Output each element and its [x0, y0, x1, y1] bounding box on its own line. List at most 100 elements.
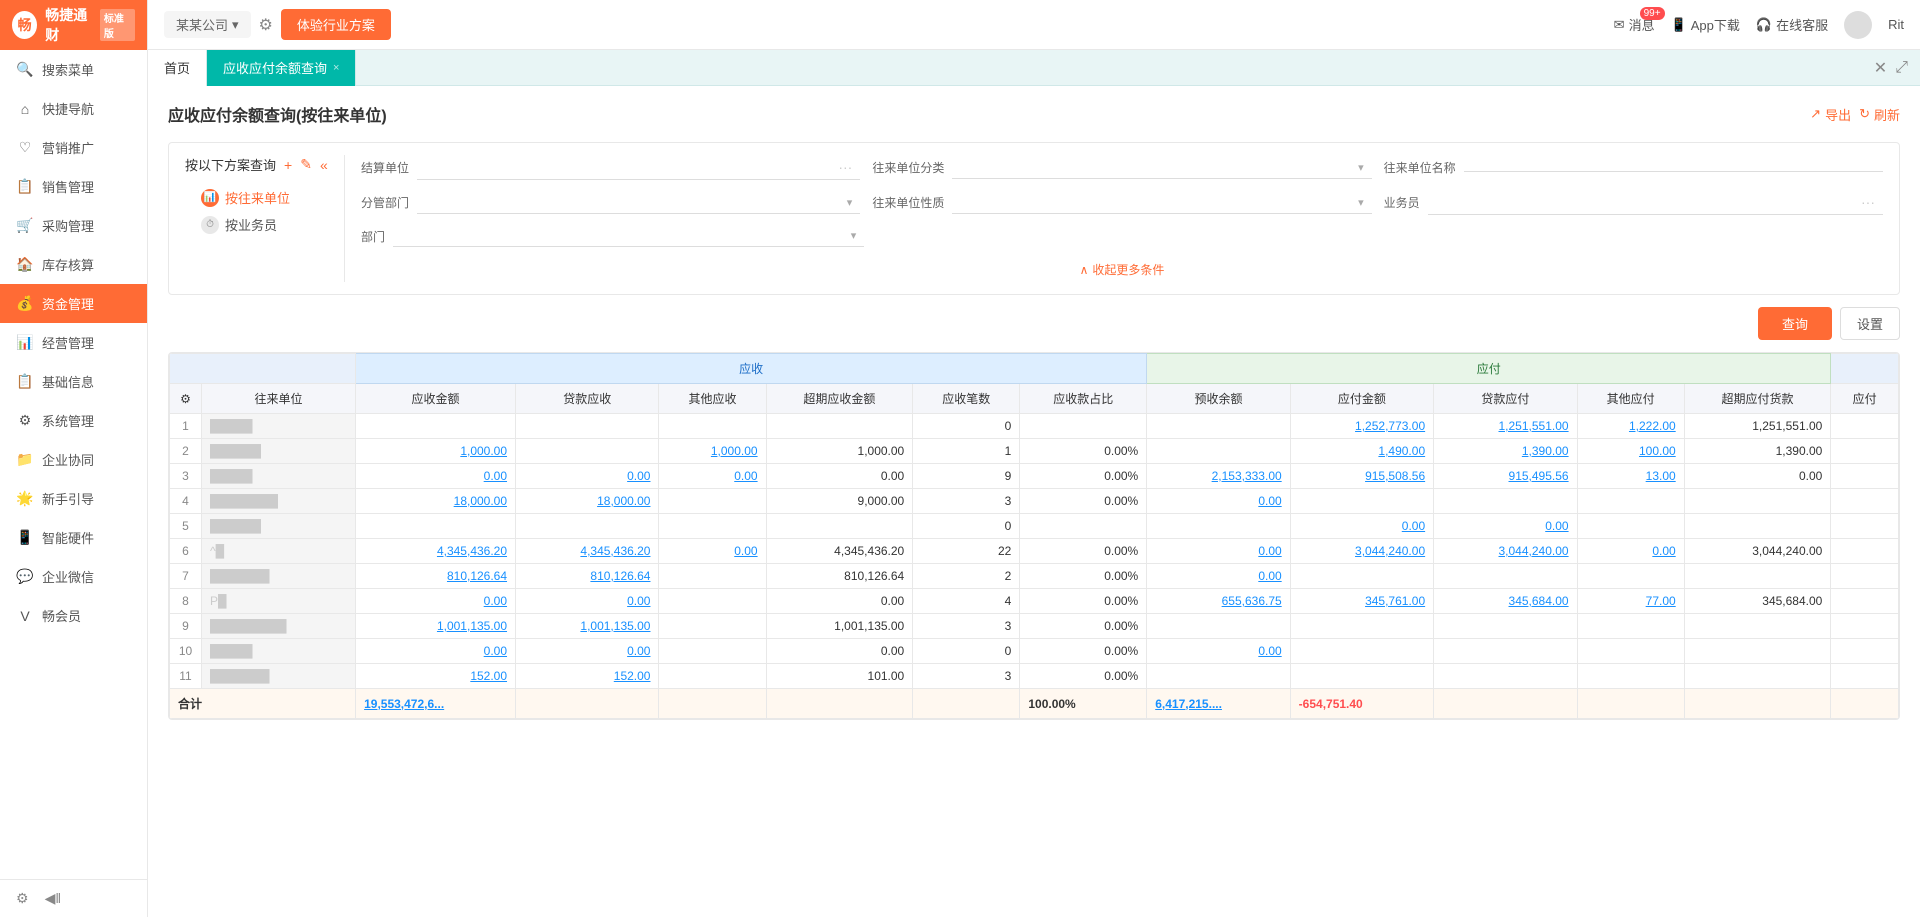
- cell-link[interactable]: 4,345,436.20: [580, 544, 650, 558]
- query-button[interactable]: 查询: [1758, 307, 1832, 340]
- add-scheme-icon[interactable]: +: [284, 157, 292, 173]
- cell-link[interactable]: 1,490.00: [1378, 444, 1425, 458]
- cell-link[interactable]: 100.00: [1639, 444, 1676, 458]
- row-cell[interactable]: [1290, 614, 1433, 639]
- row-cell[interactable]: [659, 664, 766, 689]
- cell-link[interactable]: 2,153,333.00: [1212, 469, 1282, 483]
- cell-link[interactable]: 915,508.56: [1365, 469, 1425, 483]
- cell-link[interactable]: 1,390.00: [1522, 444, 1569, 458]
- row-cell[interactable]: [1290, 664, 1433, 689]
- row-cell[interactable]: [516, 514, 659, 539]
- row-cell[interactable]: 915,495.56: [1434, 464, 1577, 489]
- tab-close-icon[interactable]: ×: [333, 62, 339, 74]
- salesperson-input[interactable]: ···: [1428, 190, 1883, 215]
- row-cell[interactable]: 0.00: [659, 539, 766, 564]
- row-cell[interactable]: [1577, 614, 1684, 639]
- export-button[interactable]: ↗ 导出: [1810, 105, 1851, 124]
- cell-link[interactable]: 1,252,773.00: [1355, 419, 1425, 433]
- sidebar-item-fund[interactable]: 💰 资金管理: [0, 284, 147, 323]
- row-cell[interactable]: [356, 514, 516, 539]
- row-cell[interactable]: 18,000.00: [516, 489, 659, 514]
- row-cell[interactable]: 1,001,135.00: [516, 614, 659, 639]
- cell-link[interactable]: 1,222.00: [1629, 419, 1676, 433]
- row-cell[interactable]: 915,508.56: [1290, 464, 1433, 489]
- sidebar-item-warehouse[interactable]: 🏠 库存核算: [0, 245, 147, 284]
- cell-link[interactable]: 810,126.64: [447, 569, 507, 583]
- cell-link[interactable]: 0.00: [1258, 644, 1281, 658]
- row-cell[interactable]: [1434, 664, 1577, 689]
- row-cell[interactable]: [516, 439, 659, 464]
- sidebar-item-basic-info[interactable]: 📋 基础信息: [0, 362, 147, 401]
- row-cell[interactable]: [1290, 639, 1433, 664]
- sidebar-item-member[interactable]: V 畅会员: [0, 596, 147, 635]
- row-cell[interactable]: [1434, 564, 1577, 589]
- row-cell[interactable]: 152.00: [516, 664, 659, 689]
- cell-link[interactable]: 0.00: [734, 469, 757, 483]
- sidebar-item-quick-nav[interactable]: ⌂ 快捷导航: [0, 89, 147, 128]
- sidebar-item-purchase[interactable]: 🛒 采购管理: [0, 206, 147, 245]
- row-cell[interactable]: [659, 589, 766, 614]
- settings-bottom-icon[interactable]: ⚙: [16, 890, 29, 907]
- row-cell[interactable]: 77.00: [1577, 589, 1684, 614]
- row-cell[interactable]: 0.00: [1147, 564, 1290, 589]
- scheme-by-unit[interactable]: 📊 按往来单位: [193, 184, 332, 211]
- row-cell[interactable]: 810,126.64: [516, 564, 659, 589]
- row-cell[interactable]: 345,684.00: [1434, 589, 1577, 614]
- tab-home[interactable]: 首页: [148, 50, 207, 86]
- row-cell[interactable]: 1,001,135.00: [356, 614, 516, 639]
- cell-link[interactable]: 655,636.75: [1222, 594, 1282, 608]
- cell-link[interactable]: 13.00: [1646, 469, 1676, 483]
- sidebar-item-enterprise[interactable]: 📁 企业协同: [0, 440, 147, 479]
- row-cell[interactable]: [1577, 489, 1684, 514]
- sidebar-item-wechat[interactable]: 💬 企业微信: [0, 557, 147, 596]
- collapse-scheme-icon[interactable]: «: [320, 157, 328, 173]
- cell-link[interactable]: 77.00: [1646, 594, 1676, 608]
- cell-link[interactable]: 0.00: [1258, 544, 1281, 558]
- unit-category-input[interactable]: ▾: [952, 157, 1371, 179]
- refresh-button[interactable]: ↻ 刷新: [1859, 105, 1900, 124]
- row-cell[interactable]: 13.00: [1577, 464, 1684, 489]
- row-cell[interactable]: 0.00: [1147, 489, 1290, 514]
- tab-ar-ap[interactable]: 应收应付余额查询 ×: [207, 50, 356, 86]
- row-cell[interactable]: 4,345,436.20: [516, 539, 659, 564]
- cell-link[interactable]: 0.00: [1402, 519, 1425, 533]
- cell-link[interactable]: 3,044,240.00: [1499, 544, 1569, 558]
- row-cell[interactable]: 0.00: [1147, 539, 1290, 564]
- row-cell[interactable]: 18,000.00: [356, 489, 516, 514]
- row-cell[interactable]: [1434, 639, 1577, 664]
- row-cell[interactable]: 1,252,773.00: [1290, 414, 1433, 439]
- row-cell[interactable]: [1147, 514, 1290, 539]
- row-cell[interactable]: 1,390.00: [1434, 439, 1577, 464]
- cell-link[interactable]: 810,126.64: [590, 569, 650, 583]
- cell-link[interactable]: 0.00: [484, 469, 507, 483]
- row-cell[interactable]: 1,251,551.00: [1434, 414, 1577, 439]
- row-cell[interactable]: 0.00: [356, 464, 516, 489]
- header-gear-icon[interactable]: ⚙: [259, 15, 273, 35]
- cell-link[interactable]: 1,001,135.00: [437, 619, 507, 633]
- cell-link[interactable]: 18,000.00: [597, 494, 650, 508]
- sidebar-item-search-menu[interactable]: 🔍 搜索菜单: [0, 50, 147, 89]
- row-cell[interactable]: [1577, 514, 1684, 539]
- row-cell[interactable]: 345,761.00: [1290, 589, 1433, 614]
- unit-name-input[interactable]: [1464, 163, 1883, 172]
- cell-link[interactable]: 3,044,240.00: [1355, 544, 1425, 558]
- sidebar-item-smart-hw[interactable]: 📱 智能硬件: [0, 518, 147, 557]
- setting-button[interactable]: 设置: [1840, 307, 1900, 340]
- row-cell[interactable]: 0.00: [516, 464, 659, 489]
- collapse-sidebar-icon[interactable]: ◀‖: [45, 890, 62, 907]
- cell-link[interactable]: 1,251,551.00: [1499, 419, 1569, 433]
- cell-link[interactable]: 345,684.00: [1509, 594, 1569, 608]
- cell-link[interactable]: 1,001,135.00: [580, 619, 650, 633]
- row-cell[interactable]: 810,126.64: [356, 564, 516, 589]
- row-cell[interactable]: 3,044,240.00: [1434, 539, 1577, 564]
- row-cell[interactable]: [1147, 439, 1290, 464]
- row-cell[interactable]: 1,000.00: [356, 439, 516, 464]
- row-cell[interactable]: [356, 414, 516, 439]
- cell-link[interactable]: 152.00: [470, 669, 507, 683]
- notifications[interactable]: ✉ 消息 99+: [1614, 15, 1655, 34]
- dept-input[interactable]: ▾: [417, 192, 860, 214]
- cell-link[interactable]: 0.00: [1652, 544, 1675, 558]
- sidebar-item-operation[interactable]: 📊 经营管理: [0, 323, 147, 362]
- collapse-bar[interactable]: ∧ 收起更多条件: [361, 257, 1883, 282]
- row-cell[interactable]: [1577, 664, 1684, 689]
